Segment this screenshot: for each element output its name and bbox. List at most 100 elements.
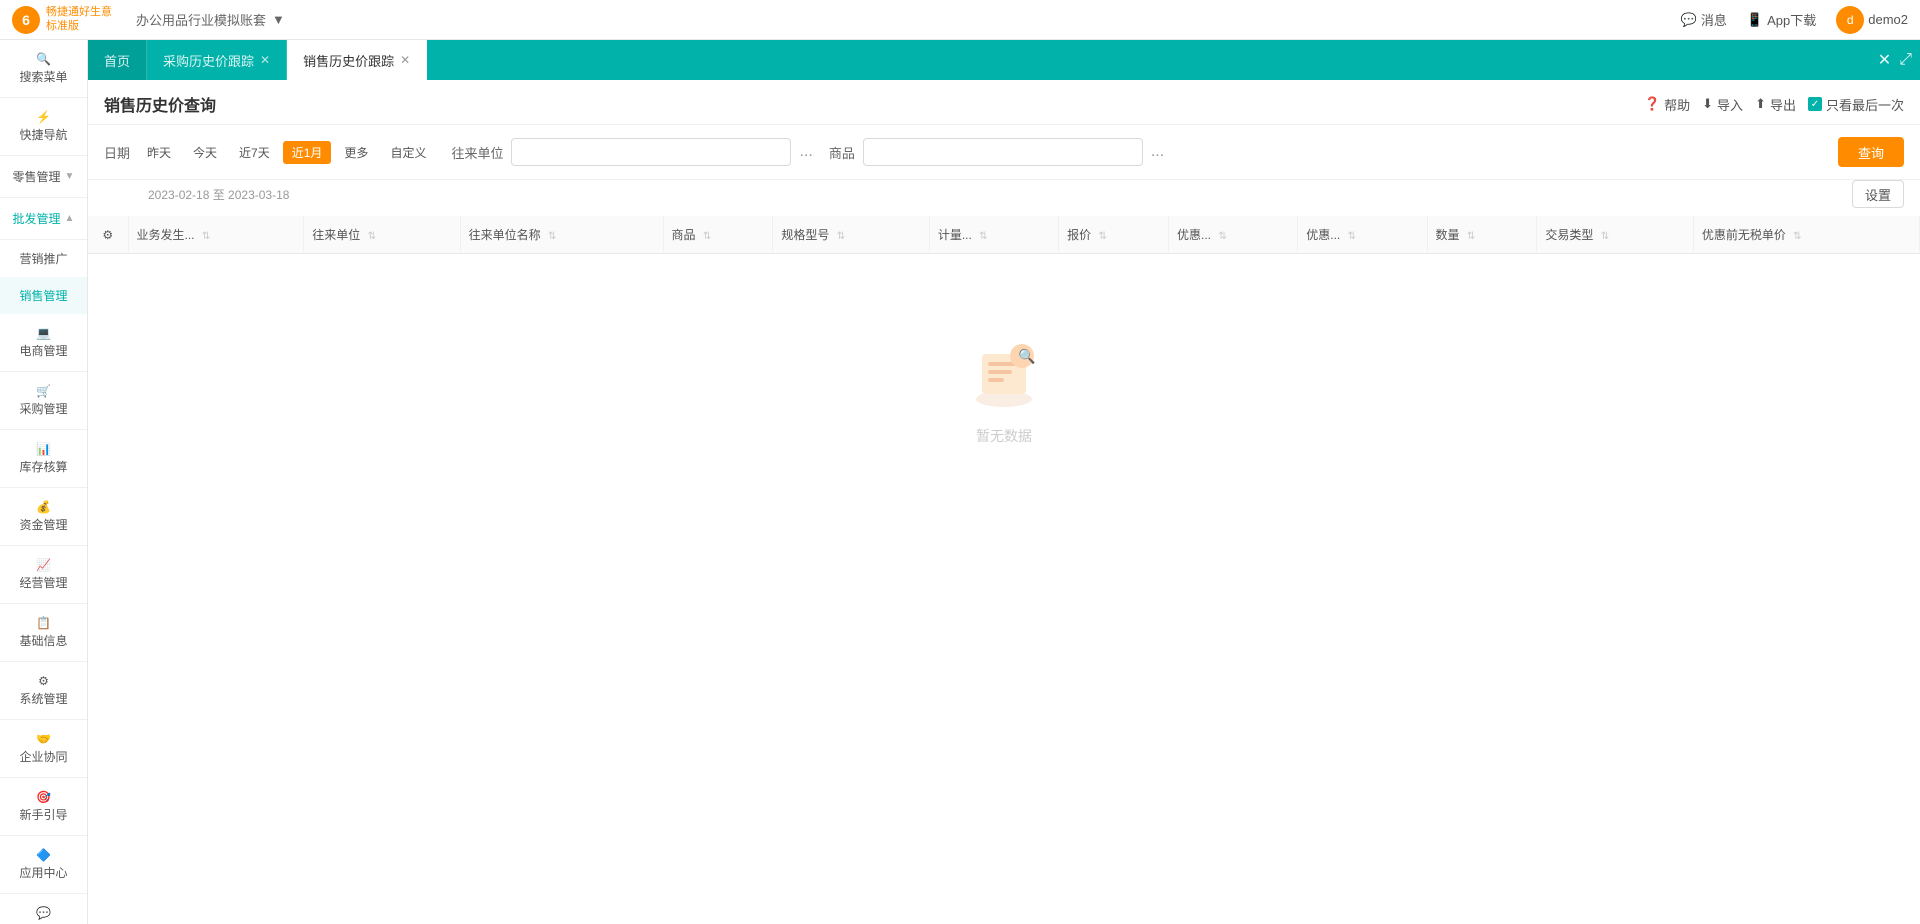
sort-icon-biz-date: ⇅: [202, 231, 210, 242]
col-spec[interactable]: 规格型号 ⇅: [773, 216, 929, 254]
goods-input[interactable]: [863, 138, 1143, 166]
page-header-actions: ❓ 帮助 ⬇ 导入 ⬆ 导出 ✓ 只看最后一次: [1644, 95, 1904, 114]
col-discount1[interactable]: 优惠... ⇅: [1168, 216, 1297, 254]
goods-dots[interactable]: ...: [1151, 143, 1164, 161]
svg-text:🔍: 🔍: [1018, 347, 1035, 365]
import-action[interactable]: ⬇ 导入: [1702, 95, 1743, 114]
sort-icon-discount2: ⇅: [1348, 231, 1356, 242]
sidebar-item-weixin[interactable]: 💬 企业微信: [0, 894, 87, 924]
col-counterpart-code[interactable]: 往来单位 ⇅: [304, 216, 460, 254]
sort-icon-discount1: ⇅: [1218, 231, 1226, 242]
sidebar-item-wholesale[interactable]: 批发管理 ▲: [0, 198, 87, 240]
sidebar-item-finance[interactable]: 💰 资金管理: [0, 488, 87, 546]
top-bar-left: 6 畅捷通好生意 标准版 办公用品行业模拟账套 ▼: [12, 6, 285, 34]
col-discount2[interactable]: 优惠... ⇅: [1298, 216, 1427, 254]
export-action[interactable]: ⬆ 导出: [1755, 95, 1796, 114]
col-settings[interactable]: ⚙: [88, 216, 128, 254]
date-btn-custom[interactable]: 自定义: [381, 141, 435, 164]
tab-purchase-history[interactable]: 采购历史价跟踪 ✕: [147, 40, 287, 80]
sidebar-item-ecommerce[interactable]: 💻 电商管理: [0, 314, 87, 372]
date-btn-1month[interactable]: 近1月: [283, 141, 332, 164]
counterpart-dots[interactable]: ...: [799, 143, 812, 161]
sidebar-item-sales[interactable]: 销售管理: [0, 277, 87, 314]
tab-sales-history[interactable]: 销售历史价跟踪 ✕: [287, 40, 427, 80]
date-btn-more[interactable]: 更多: [335, 141, 377, 164]
filter-second-row: 2023-02-18 至 2023-03-18 设置: [88, 180, 1920, 216]
sidebar-item-operations[interactable]: 📈 经营管理: [0, 546, 87, 604]
logo-area: 6 畅捷通好生意 标准版: [12, 6, 112, 34]
col-price[interactable]: 报价 ⇅: [1059, 216, 1169, 254]
sidebar-item-system[interactable]: ⚙ 系统管理: [0, 662, 87, 720]
page-header: 销售历史价查询 ❓ 帮助 ⬇ 导入 ⬆ 导出 ✓: [88, 80, 1920, 125]
sort-icon-counterpart-name: ⇅: [548, 231, 556, 242]
col-unit[interactable]: 计量... ⇅: [929, 216, 1058, 254]
sidebar-item-inventory[interactable]: 📊 库存核算: [0, 430, 87, 488]
sidebar-item-marketing[interactable]: 营销推广: [0, 240, 87, 277]
chevron-down-icon: ▼: [65, 171, 75, 182]
data-table: ⚙ 业务发生... ⇅ 往来单位 ⇅ 往来单位名称: [88, 216, 1920, 254]
chevron-up-icon: ▲: [65, 213, 75, 224]
counterpart-input[interactable]: [511, 138, 791, 166]
search-icon: 🔍: [36, 52, 51, 66]
goods-filter-group: 商品 ...: [829, 138, 1164, 166]
checkbox-icon: ✓: [1808, 97, 1822, 111]
breadcrumb-arrow-icon[interactable]: ▼: [272, 12, 285, 27]
date-btn-yesterday[interactable]: 昨天: [138, 141, 180, 164]
table-header-row: ⚙ 业务发生... ⇅ 往来单位 ⇅ 往来单位名称: [88, 216, 1920, 254]
sort-icon-counterpart-code: ⇅: [368, 231, 376, 242]
top-bar-right: 💬 消息 📱 App下载 d demo2: [1681, 6, 1908, 34]
top-bar: 6 畅捷通好生意 标准版 办公用品行业模拟账套 ▼ 💬 消息 📱 App下载 d…: [0, 0, 1920, 40]
sidebar-item-appcenter[interactable]: 🔷 应用中心: [0, 836, 87, 894]
sort-icon-quantity: ⇅: [1467, 231, 1475, 242]
user-action[interactable]: d demo2: [1836, 6, 1908, 34]
purchase-history-close-icon[interactable]: ✕: [260, 54, 270, 66]
sidebar-item-guide[interactable]: 🎯 新手引导: [0, 778, 87, 836]
sort-icon-tax-free-price: ⇅: [1793, 231, 1801, 242]
tab-bar-actions: ✕ ⤢: [1878, 50, 1920, 70]
avatar: d: [1836, 6, 1864, 34]
col-goods[interactable]: 商品 ⇅: [663, 216, 773, 254]
message-icon: 💬: [1681, 12, 1697, 28]
content-area: 首页 采购历史价跟踪 ✕ 销售历史价跟踪 ✕ ✕ ⤢ 销售历史价查询: [88, 40, 1920, 924]
collab-icon: 🤝: [36, 732, 51, 746]
col-quantity[interactable]: 数量 ⇅: [1427, 216, 1537, 254]
empty-state: 🔍 暂无数据: [88, 254, 1920, 526]
sidebar-item-collab[interactable]: 🤝 企业协同: [0, 720, 87, 778]
settings-button[interactable]: 设置: [1852, 180, 1904, 208]
date-filter-label: 日期: [104, 143, 130, 162]
close-window-icon[interactable]: ✕: [1878, 50, 1891, 70]
sort-icon-spec: ⇅: [837, 231, 845, 242]
app-download-icon: 📱: [1747, 12, 1763, 28]
date-filter-group: 日期 昨天 今天 近7天 近1月 更多 自定义: [104, 141, 435, 164]
sidebar-item-retail[interactable]: 零售管理 ▼: [0, 156, 87, 198]
weixin-icon: 💬: [36, 906, 51, 920]
table-wrapper: ⚙ 业务发生... ⇅ 往来单位 ⇅ 往来单位名称: [88, 216, 1920, 924]
date-btn-7days[interactable]: 近7天: [230, 141, 279, 164]
only-last-checkbox[interactable]: ✓ 只看最后一次: [1808, 95, 1904, 114]
message-action[interactable]: 💬 消息: [1681, 10, 1727, 29]
col-counterpart-name[interactable]: 往来单位名称 ⇅: [460, 216, 663, 254]
maximize-icon[interactable]: ⤢: [1899, 51, 1912, 69]
empty-text: 暂无数据: [976, 426, 1032, 446]
appcenter-icon: 🔷: [36, 848, 51, 862]
col-biz-date[interactable]: 业务发生... ⇅: [128, 216, 304, 254]
tab-home[interactable]: 首页: [88, 40, 147, 80]
date-btn-today[interactable]: 今天: [184, 141, 226, 164]
import-icon: ⬇: [1702, 96, 1713, 112]
ecommerce-icon: 💻: [36, 326, 51, 340]
col-trade-type[interactable]: 交易类型 ⇅: [1537, 216, 1693, 254]
sales-history-close-icon[interactable]: ✕: [400, 54, 410, 66]
finance-icon: 💰: [36, 500, 51, 514]
sidebar-item-basic[interactable]: 📋 基础信息: [0, 604, 87, 662]
system-icon: ⚙: [38, 674, 49, 688]
sidebar-item-quicknav[interactable]: ⚡ 快捷导航: [0, 98, 87, 156]
sidebar-item-purchase[interactable]: 🛒 采购管理: [0, 372, 87, 430]
sidebar-item-search[interactable]: 🔍 搜索菜单: [0, 40, 87, 98]
query-button[interactable]: 查询: [1838, 137, 1904, 167]
filter-action-area: 查询: [1838, 137, 1904, 167]
sort-icon-price: ⇅: [1098, 231, 1106, 242]
app-download-action[interactable]: 📱 App下载: [1747, 10, 1816, 29]
col-tax-free-price[interactable]: 优惠前无税单价 ⇅: [1693, 216, 1919, 254]
sort-icon-trade-type: ⇅: [1601, 231, 1609, 242]
help-action[interactable]: ❓ 帮助: [1644, 95, 1690, 114]
